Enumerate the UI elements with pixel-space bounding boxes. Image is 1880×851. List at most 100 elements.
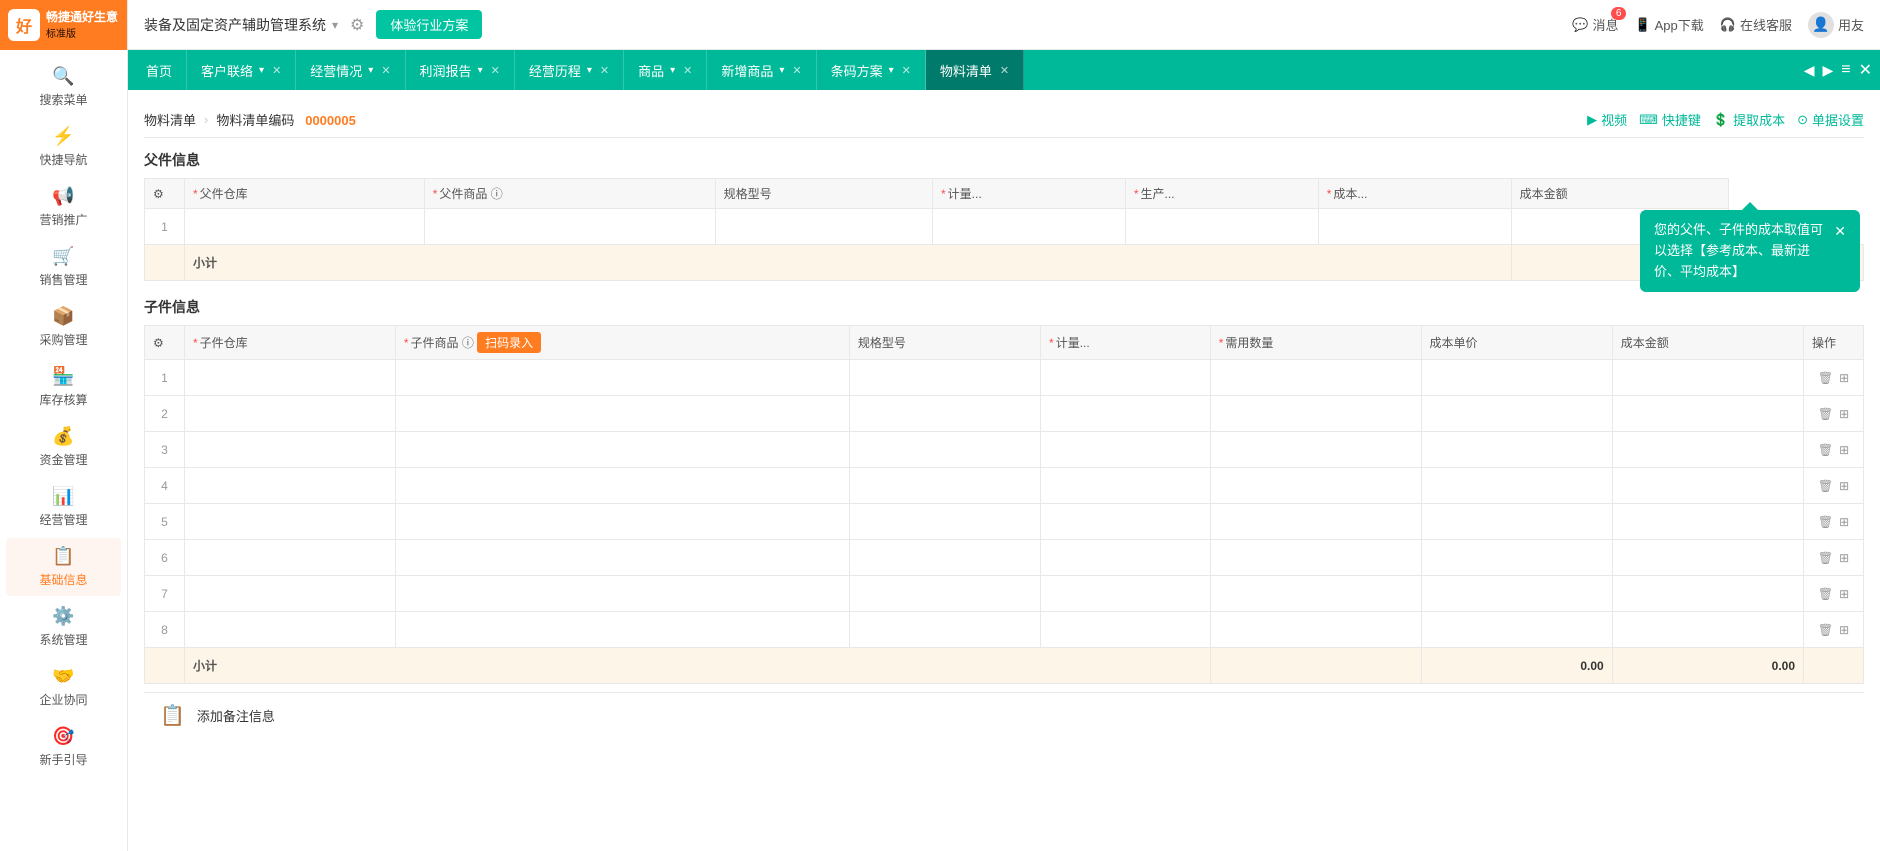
child-row-6-product[interactable] [395,540,849,576]
child-row-5-copy-icon[interactable]: ⊞ [1839,515,1849,529]
parent-cell-produce[interactable] [1125,209,1318,245]
child-row-8-warehouse[interactable] [185,612,396,648]
tab-bom-close[interactable]: ✕ [1000,64,1009,77]
sidebar-item-search[interactable]: 🔍 搜索菜单 [6,58,121,116]
sidebar-item-collab[interactable]: 🤝 企业协同 [6,658,121,716]
parent-cell-spec[interactable] [715,209,932,245]
breadcrumb-page1[interactable]: 物料清单 [144,110,196,129]
child-row-8-product[interactable] [395,612,849,648]
child-row-2-product[interactable] [395,396,849,432]
tab-menu-btn[interactable]: ≡ [1837,61,1854,79]
child-row-5-unit-cost[interactable] [1421,504,1612,540]
child-row-6-amount[interactable] [1612,540,1803,576]
child-row-4-copy-icon[interactable]: ⊞ [1839,479,1849,493]
child-row-2-spec[interactable] [849,396,1040,432]
tab-profit[interactable]: 利润报告 ▾ ✕ [406,50,515,90]
child-row-4-warehouse[interactable] [185,468,396,504]
sidebar-item-purchase[interactable]: 📦 采购管理 [6,298,121,356]
tab-history-close[interactable]: ✕ [600,64,609,77]
child-row-7-amount[interactable] [1612,576,1803,612]
online-service-btn[interactable]: 🎧 在线客服 [1720,15,1792,34]
tab-history[interactable]: 经营历程 ▾ ✕ [515,50,624,90]
sidebar-item-marketing[interactable]: 📢 营销推广 [6,178,121,236]
child-row-8-amount[interactable] [1612,612,1803,648]
child-row-3-spec[interactable] [849,432,1040,468]
child-row-8-unit[interactable] [1041,612,1211,648]
child-row-4-unit-cost[interactable] [1421,468,1612,504]
child-row-3-product[interactable] [395,432,849,468]
child-row-2-warehouse[interactable] [185,396,396,432]
child-row-1-amount[interactable] [1612,360,1803,396]
child-row-8-spec[interactable] [849,612,1040,648]
child-row-1-spec[interactable] [849,360,1040,396]
child-row-6-copy-icon[interactable]: ⊞ [1839,551,1849,565]
child-row-7-spec[interactable] [849,576,1040,612]
tab-next-btn[interactable]: ▶ [1818,62,1837,79]
sidebar-item-basic[interactable]: 📋 基础信息 [6,538,121,596]
tab-close-all-btn[interactable]: ✕ [1855,60,1876,80]
child-row-2-amount[interactable] [1612,396,1803,432]
child-row-8-copy-icon[interactable]: ⊞ [1839,623,1849,637]
child-row-6-qty[interactable] [1210,540,1421,576]
child-row-2-qty[interactable] [1210,396,1421,432]
child-row-3-delete-icon[interactable]: 🗑 [1818,443,1833,457]
parent-cell-product[interactable] [424,209,715,245]
child-row-2-copy-icon[interactable]: ⊞ [1839,407,1849,421]
child-row-3-unit-cost[interactable] [1421,432,1612,468]
try-btn[interactable]: 体验行业方案 [376,10,482,39]
sidebar-item-guide[interactable]: 🎯 新手引导 [6,718,121,776]
child-row-6-delete-icon[interactable]: 🗑 [1818,551,1833,565]
sidebar-item-system[interactable]: ⚙️ 系统管理 [6,598,121,656]
sidebar-item-sales[interactable]: 🛒 销售管理 [6,238,121,296]
child-row-7-copy-icon[interactable]: ⊞ [1839,587,1849,601]
child-row-4-qty[interactable] [1210,468,1421,504]
child-row-6-warehouse[interactable] [185,540,396,576]
child-row-4-spec[interactable] [849,468,1040,504]
message-btn[interactable]: 💬 消息 6 [1572,15,1618,34]
settings-icon[interactable]: ⚙ [350,15,364,35]
child-row-7-product[interactable] [395,576,849,612]
child-row-5-warehouse[interactable] [185,504,396,540]
tab-bom[interactable]: 物料清单 ✕ [926,50,1024,90]
tooltip-close-btn[interactable]: ✕ [1834,220,1846,242]
tab-profit-close[interactable]: ✕ [491,64,500,77]
shortcut-btn[interactable]: ⌨ 快捷键 [1639,110,1701,129]
child-row-5-product[interactable] [395,504,849,540]
child-row-5-amount[interactable] [1612,504,1803,540]
sidebar-item-operation[interactable]: 📊 经营管理 [6,478,121,536]
parent-cell-cost[interactable] [1318,209,1511,245]
child-row-1-product[interactable] [395,360,849,396]
tab-product[interactable]: 商品 ▾ ✕ [624,50,707,90]
tab-home[interactable]: 首页 [132,50,187,90]
child-row-4-unit[interactable] [1041,468,1211,504]
child-row-3-copy-icon[interactable]: ⊞ [1839,443,1849,457]
tab-new-product-close[interactable]: ✕ [792,64,801,77]
tab-prev-btn[interactable]: ◀ [1800,62,1819,79]
child-row-6-unit-cost[interactable] [1421,540,1612,576]
child-row-3-unit[interactable] [1041,432,1211,468]
tab-customer-close[interactable]: ✕ [272,64,281,77]
child-row-2-delete-icon[interactable]: 🗑 [1818,407,1833,421]
child-row-3-amount[interactable] [1612,432,1803,468]
tab-new-product[interactable]: 新增商品 ▾ ✕ [707,50,816,90]
child-row-5-delete-icon[interactable]: 🗑 [1818,515,1833,529]
settings-form-btn[interactable]: ⊙ 单据设置 [1797,110,1864,129]
child-row-5-unit[interactable] [1041,504,1211,540]
child-row-1-warehouse[interactable] [185,360,396,396]
child-row-7-unit[interactable] [1041,576,1211,612]
child-row-7-warehouse[interactable] [185,576,396,612]
child-row-1-delete-icon[interactable]: 🗑 [1818,371,1833,385]
child-row-3-qty[interactable] [1210,432,1421,468]
child-row-8-qty[interactable] [1210,612,1421,648]
tab-product-close[interactable]: ✕ [683,64,692,77]
child-row-6-spec[interactable] [849,540,1040,576]
child-row-4-delete-icon[interactable]: 🗑 [1818,479,1833,493]
child-row-2-unit[interactable] [1041,396,1211,432]
tab-barcode[interactable]: 条码方案 ▾ ✕ [817,50,926,90]
tab-barcode-close[interactable]: ✕ [902,64,911,77]
child-row-2-unit-cost[interactable] [1421,396,1612,432]
child-row-3-warehouse[interactable] [185,432,396,468]
child-row-6-unit[interactable] [1041,540,1211,576]
tab-operation-close[interactable]: ✕ [381,64,390,77]
parent-cell-unit[interactable] [933,209,1126,245]
